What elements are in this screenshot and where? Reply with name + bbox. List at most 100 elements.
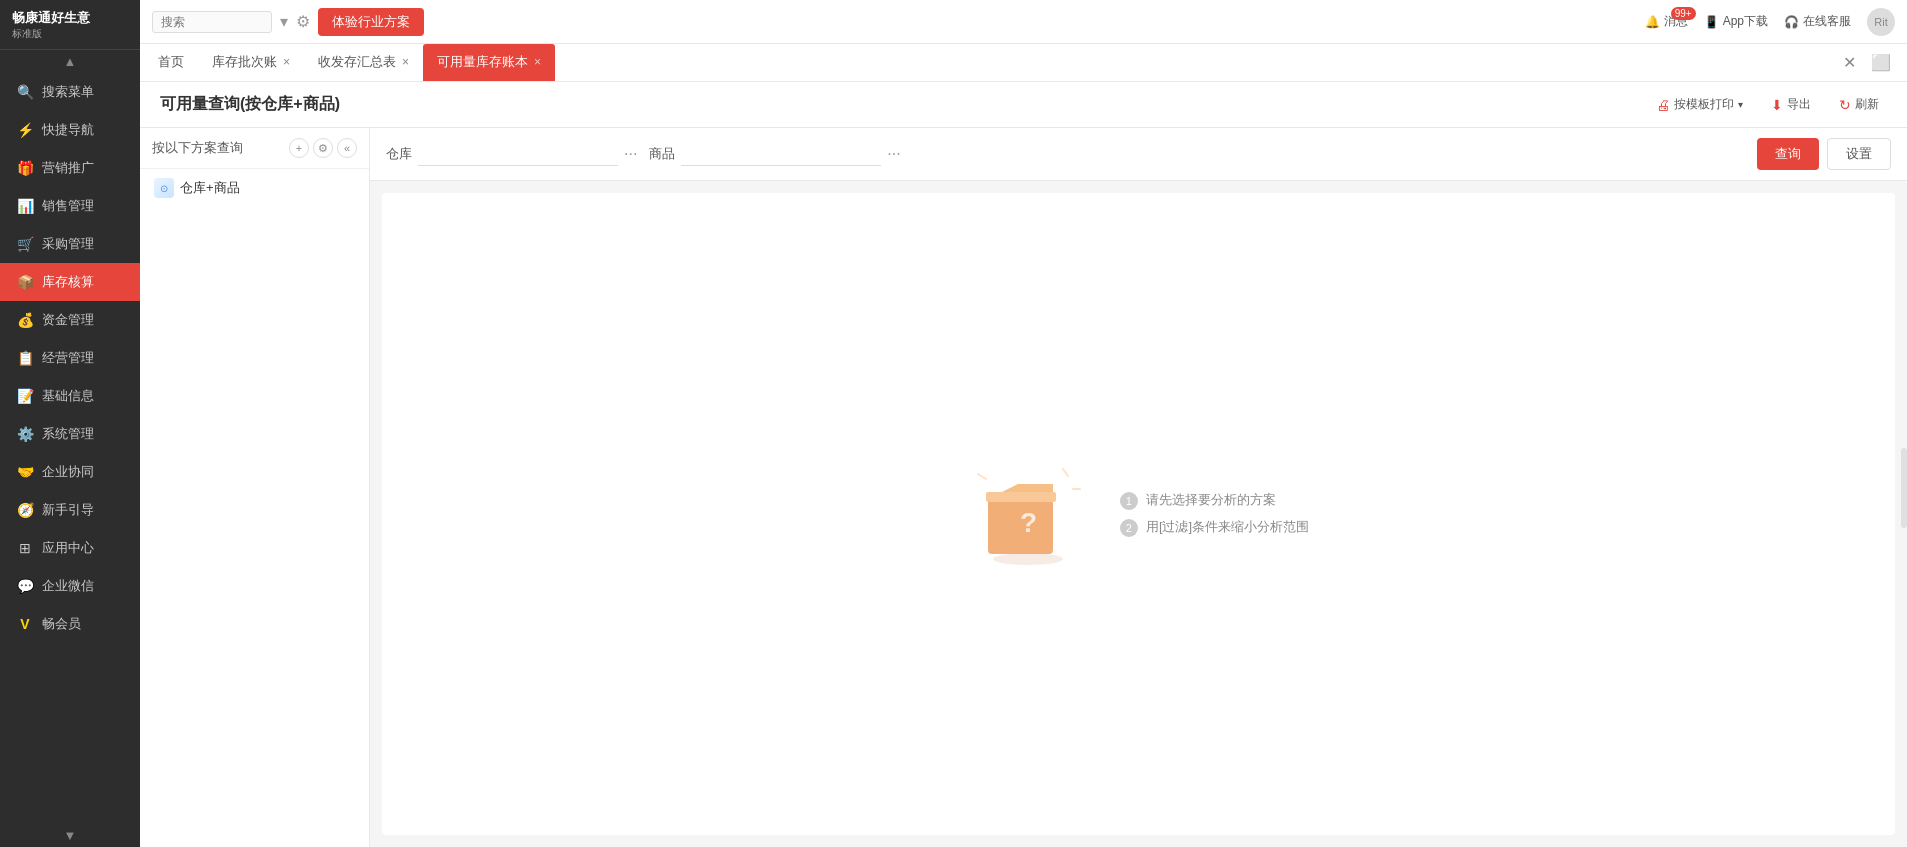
- sidebar-item-label: 应用中心: [42, 539, 94, 557]
- tab-available-ledger-label: 可用量库存账本: [437, 53, 528, 71]
- close-tab-button[interactable]: ✕: [1835, 49, 1863, 77]
- sidebar-nav: 🔍 搜索菜单 ⚡ 快捷导航 🎁 营销推广 📊 销售管理 🛒 采购管理 📦 库存核…: [0, 73, 140, 824]
- tabs-bar: 首页 库存批次账 × 收发存汇总表 × 可用量库存账本 × ✕ ⬜: [140, 44, 1907, 82]
- sidebar-item-enterprise[interactable]: 🤝 企业协同: [0, 453, 140, 491]
- sidebar-item-label: 畅会员: [42, 615, 81, 633]
- sidebar-item-shortcut[interactable]: ⚡ 快捷导航: [0, 111, 140, 149]
- scheme-item-label: 仓库+商品: [180, 179, 240, 197]
- message-badge: 99+: [1671, 7, 1696, 20]
- svg-point-0: [993, 553, 1063, 565]
- empty-state-content: ? 1 请先选择要分析的方案: [968, 454, 1309, 574]
- filter-product: 商品 ···: [649, 142, 900, 166]
- tab-batch-account[interactable]: 库存批次账 ×: [198, 44, 304, 81]
- query-scheme-label: 按以下方案查询: [152, 139, 243, 157]
- warehouse-label: 仓库: [386, 145, 412, 163]
- sidebar-item-marketing[interactable]: 🎁 营销推广: [0, 149, 140, 187]
- breadcrumb-dropdown[interactable]: ▾: [280, 12, 288, 31]
- sidebar-item-inventory[interactable]: 📦 库存核算: [0, 263, 140, 301]
- empty-inner: ? 1 请先选择要分析的方案: [968, 454, 1309, 574]
- warehouse-more-icon[interactable]: ···: [624, 145, 637, 163]
- industry-solution-button[interactable]: 体验行业方案: [318, 8, 424, 36]
- query-button[interactable]: 查询: [1757, 138, 1819, 170]
- warehouse-input[interactable]: [418, 142, 618, 166]
- sidebar-item-membership[interactable]: V 畅会员: [0, 605, 140, 643]
- sidebar-item-label: 库存核算: [42, 273, 94, 291]
- sidebar-item-newbie[interactable]: 🧭 新手引导: [0, 491, 140, 529]
- sidebar-item-wechat[interactable]: 💬 企业微信: [0, 567, 140, 605]
- scheme-item-warehouse-product[interactable]: ⊙ 仓库+商品: [140, 169, 369, 207]
- info-icon: 📝: [16, 387, 34, 405]
- refresh-icon: ↻: [1839, 97, 1851, 113]
- message-button[interactable]: 🔔 消息 99+: [1645, 13, 1688, 30]
- add-scheme-button[interactable]: +: [289, 138, 309, 158]
- app-name: 畅康通好生意: [12, 10, 128, 27]
- svg-rect-4: [986, 492, 1056, 502]
- apps-icon: ⊞: [16, 539, 34, 557]
- app-download-button[interactable]: 📱 App下载: [1704, 13, 1768, 30]
- empty-hint-list: 1 请先选择要分析的方案 2 用[过滤]条件来缩小分析范围: [1120, 491, 1309, 537]
- sidebar-item-label: 基础信息: [42, 387, 94, 405]
- empty-illustration: ?: [968, 454, 1088, 574]
- maximize-button[interactable]: ⬜: [1867, 49, 1895, 77]
- manage-scheme-button[interactable]: ⚙: [313, 138, 333, 158]
- product-input[interactable]: [681, 142, 881, 166]
- collapse-panel-button[interactable]: «: [337, 138, 357, 158]
- clipboard-icon: 📋: [16, 349, 34, 367]
- empty-svg: ?: [968, 454, 1088, 574]
- sidebar-item-label: 企业微信: [42, 577, 94, 595]
- filter-actions: 查询 设置: [1757, 138, 1891, 170]
- sidebar-scroll-up[interactable]: ▲: [0, 50, 140, 73]
- close-tab-receipt-summary[interactable]: ×: [402, 55, 409, 69]
- settings-gear-icon[interactable]: ⚙: [296, 12, 310, 31]
- gift-icon: 🎁: [16, 159, 34, 177]
- sidebar-item-basic-info[interactable]: 📝 基础信息: [0, 377, 140, 415]
- tab-available-ledger[interactable]: 可用量库存账本 ×: [423, 44, 555, 81]
- sidebar-item-label: 新手引导: [42, 501, 94, 519]
- sidebar-item-app-center[interactable]: ⊞ 应用中心: [0, 529, 140, 567]
- page-title: 可用量查询(按仓库+商品): [160, 94, 1648, 115]
- page-actions: 🖨 按模板打印 ▾ ⬇ 导出 ↻ 刷新: [1648, 92, 1887, 117]
- tab-receipt-summary[interactable]: 收发存汇总表 ×: [304, 44, 423, 81]
- cart-icon: 🛒: [16, 235, 34, 253]
- sidebar-item-system[interactable]: ⚙️ 系统管理: [0, 415, 140, 453]
- step-2-num: 2: [1120, 519, 1138, 537]
- search-icon: 🔍: [16, 83, 34, 101]
- product-more-icon[interactable]: ···: [887, 145, 900, 163]
- sidebar-item-finance[interactable]: 💰 资金管理: [0, 301, 140, 339]
- empty-hint-2: 2 用[过滤]条件来缩小分析范围: [1120, 518, 1309, 537]
- sidebar-item-search[interactable]: 🔍 搜索菜单: [0, 73, 140, 111]
- svg-text:?: ?: [1020, 507, 1037, 538]
- empty-hint-1: 1 请先选择要分析的方案: [1120, 491, 1309, 510]
- right-panel: 仓库 ··· 商品 ··· 查询 设置: [370, 128, 1907, 847]
- content-area: 按以下方案查询 + ⚙ « ⊙ 仓库+商品 仓库 ···: [140, 128, 1907, 847]
- user-profile-button[interactable]: Rit: [1867, 8, 1895, 36]
- search-input[interactable]: [152, 11, 272, 33]
- sidebar-item-label: 资金管理: [42, 311, 94, 329]
- close-tab-batch-account[interactable]: ×: [283, 55, 290, 69]
- left-panel-header: 按以下方案查询 + ⚙ «: [140, 128, 369, 169]
- sidebar-item-label: 采购管理: [42, 235, 94, 253]
- online-service-button[interactable]: 🎧 在线客服: [1784, 13, 1851, 30]
- product-label: 商品: [649, 145, 675, 163]
- refresh-button[interactable]: ↻ 刷新: [1831, 92, 1887, 117]
- user-avatar: Rit: [1867, 8, 1895, 36]
- print-dropdown-icon[interactable]: ▾: [1738, 99, 1743, 110]
- sidebar-item-operations[interactable]: 📋 经营管理: [0, 339, 140, 377]
- headset-icon: 🎧: [1784, 15, 1799, 29]
- export-button[interactable]: ⬇ 导出: [1763, 92, 1819, 117]
- sidebar-item-label: 快捷导航: [42, 121, 94, 139]
- settings-button[interactable]: 设置: [1827, 138, 1891, 170]
- sidebar-item-purchase[interactable]: 🛒 采购管理: [0, 225, 140, 263]
- empty-state: ? 1 请先选择要分析的方案: [382, 193, 1895, 835]
- sidebar-item-label: 销售管理: [42, 197, 94, 215]
- avatar-label: Rit: [1874, 16, 1887, 28]
- box-icon: 📦: [16, 273, 34, 291]
- print-button[interactable]: 🖨 按模板打印 ▾: [1648, 92, 1751, 117]
- sidebar-scroll-down[interactable]: ▼: [0, 824, 140, 847]
- filter-bar: 仓库 ··· 商品 ··· 查询 设置: [370, 128, 1907, 181]
- main-content: ▾ ⚙ 体验行业方案 🔔 消息 99+ 📱 App下载 🎧 在线客服 Rit: [140, 0, 1907, 847]
- guide-icon: 🧭: [16, 501, 34, 519]
- sidebar-item-sales[interactable]: 📊 销售管理: [0, 187, 140, 225]
- close-tab-available-ledger[interactable]: ×: [534, 55, 541, 69]
- tab-home[interactable]: 首页: [144, 44, 198, 81]
